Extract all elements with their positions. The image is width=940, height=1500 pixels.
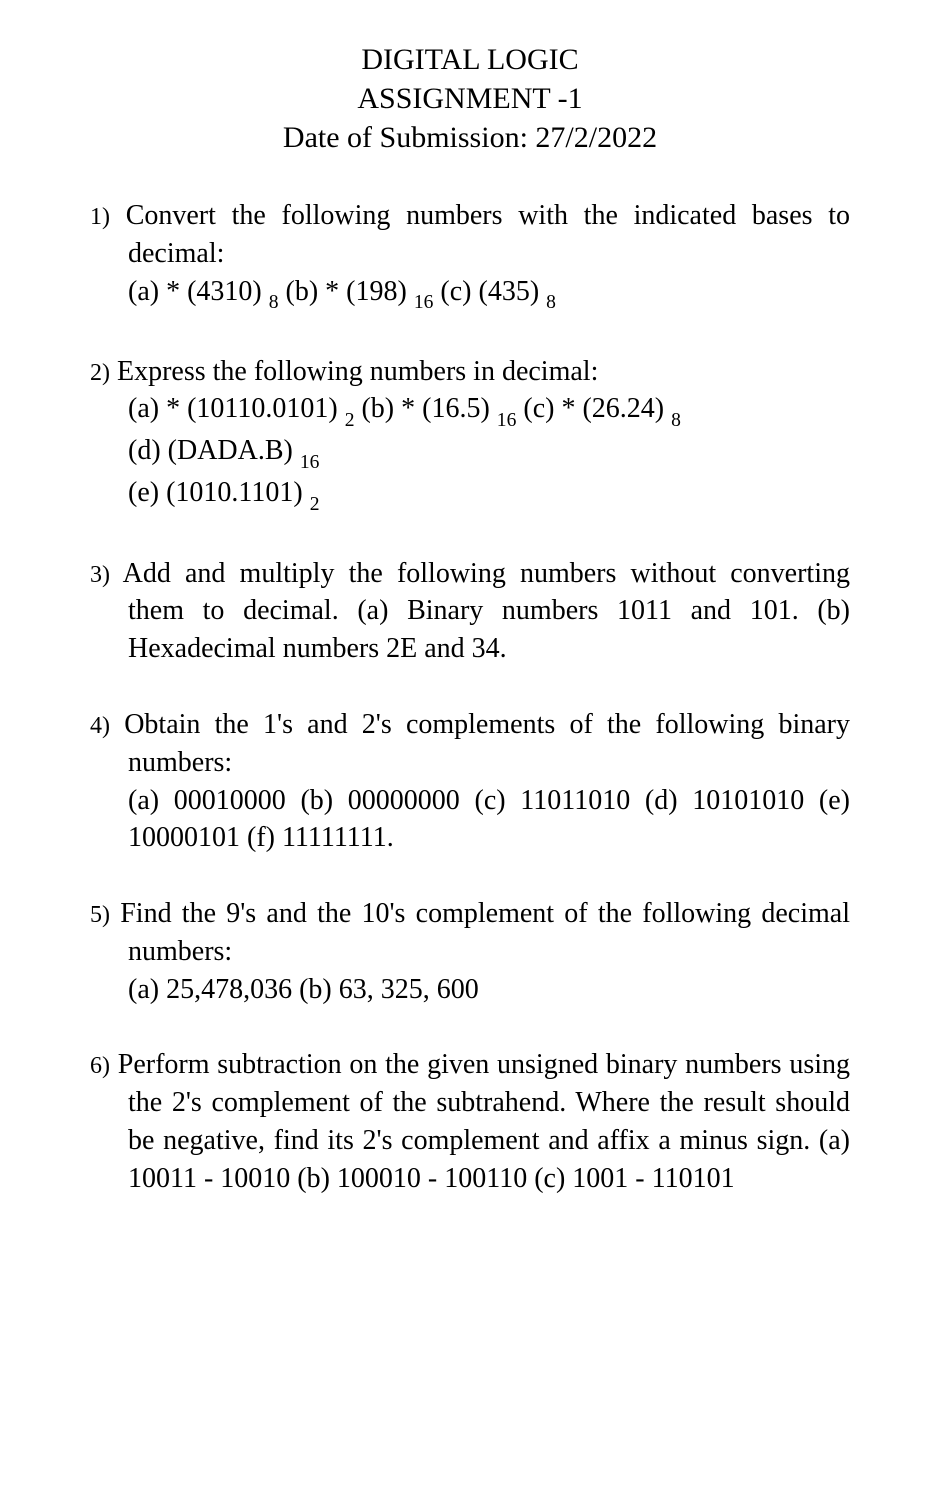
question-2-line2: (d) (DADA.B) 16	[90, 432, 850, 474]
question-number: 2)	[90, 360, 110, 386]
question-5: 5) Find the 9's and the 10's complement …	[90, 895, 850, 1008]
question-6-text: 6) Perform subtraction on the given unsi…	[90, 1046, 850, 1197]
document-title: DIGITAL LOGIC	[190, 40, 750, 79]
question-2-text: 2) Express the following numbers in deci…	[90, 353, 850, 391]
question-number: 5)	[90, 902, 110, 928]
question-1-text: 1) Convert the following numbers with th…	[90, 197, 850, 273]
question-4-text: 4) Obtain the 1's and 2's complements of…	[90, 706, 850, 782]
document-header: DIGITAL LOGIC ASSIGNMENT -1 Date of Subm…	[190, 40, 750, 157]
question-2: 2) Express the following numbers in deci…	[90, 353, 850, 517]
question-1: 1) Convert the following numbers with th…	[90, 197, 850, 315]
question-4: 4) Obtain the 1's and 2's complements of…	[90, 706, 850, 857]
document-subtitle: ASSIGNMENT -1	[190, 79, 750, 118]
question-number: 6)	[90, 1053, 110, 1079]
question-number: 4)	[90, 713, 110, 739]
question-2-line1: (a) * (10110.0101) 2 (b) * (16.5) 16 (c)…	[90, 390, 850, 432]
question-number: 3)	[90, 562, 110, 588]
question-6: 6) Perform subtraction on the given unsi…	[90, 1046, 850, 1197]
question-number: 1)	[90, 204, 110, 230]
submission-date: Date of Submission: 27/2/2022	[190, 118, 750, 157]
question-5-parts: (a) 25,478,036 (b) 63, 325, 600	[90, 971, 850, 1009]
question-3-text: 3) Add and multiply the following number…	[90, 555, 850, 668]
question-3: 3) Add and multiply the following number…	[90, 555, 850, 668]
question-5-text: 5) Find the 9's and the 10's complement …	[90, 895, 850, 971]
question-1-parts: (a) * (4310) 8 (b) * (198) 16 (c) (435) …	[90, 273, 850, 315]
question-4-parts: (a) 00010000 (b) 00000000 (c) 11011010 (…	[90, 782, 850, 858]
question-2-line3: (e) (1010.1101) 2	[90, 474, 850, 516]
